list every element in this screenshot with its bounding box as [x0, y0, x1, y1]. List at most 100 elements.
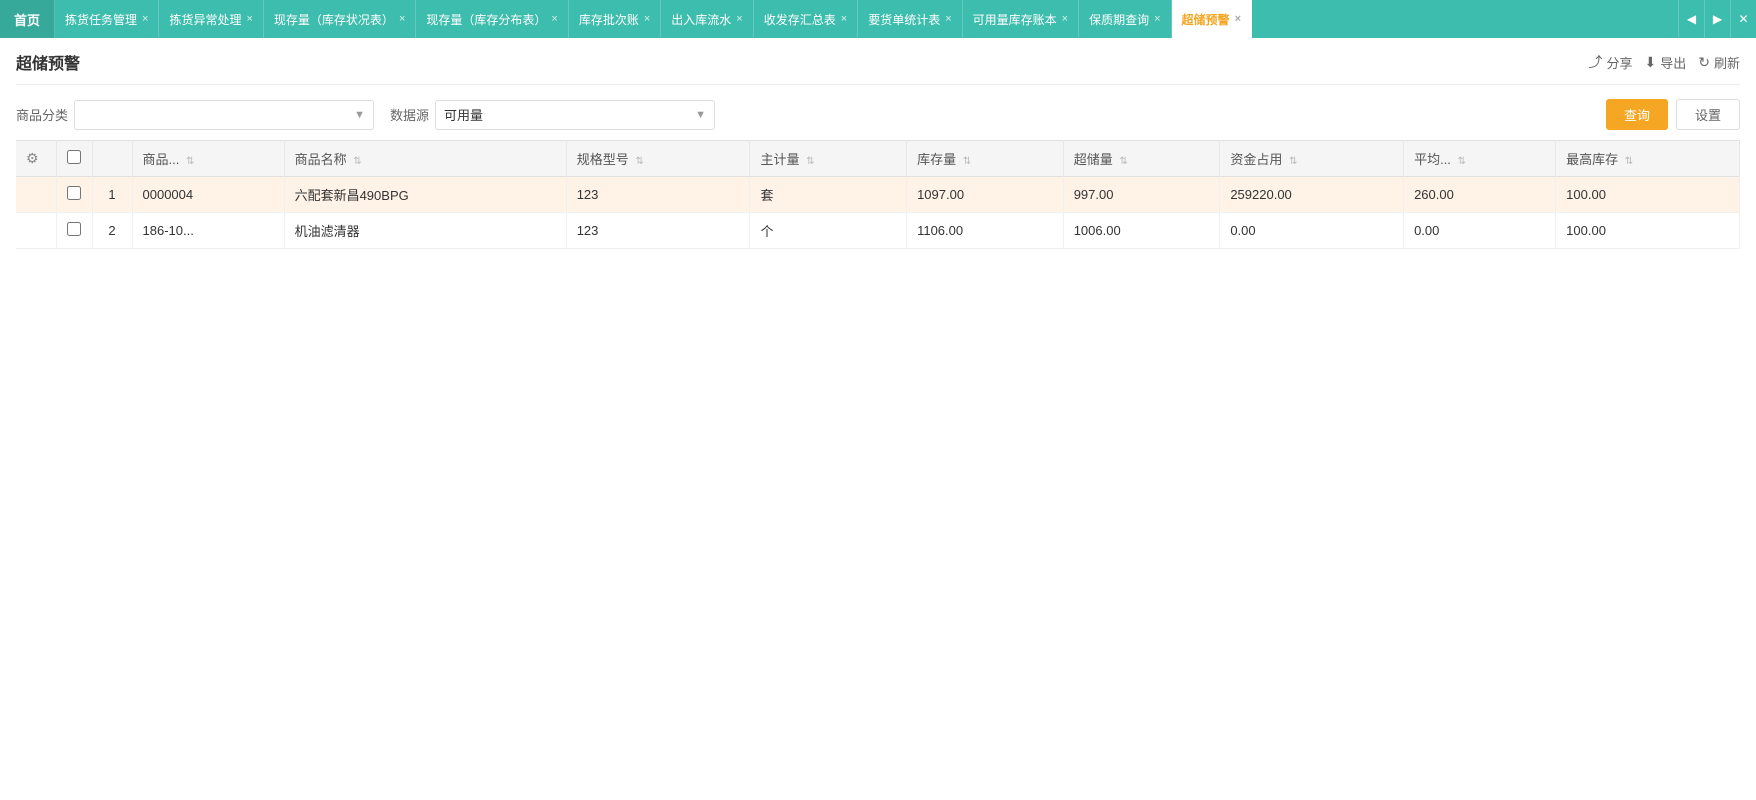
refresh-label: 刷新: [1714, 53, 1740, 72]
col-capital-label: 资金占用: [1230, 152, 1282, 167]
nav-batch-label: 库存批次账: [579, 11, 639, 28]
nav-over-storage[interactable]: 超储预警 ×: [1172, 0, 1252, 38]
col-goods-name[interactable]: 商品名称 ⇅: [284, 141, 566, 177]
nav-order-stats[interactable]: 要货单统计表 ×: [858, 0, 962, 38]
export-label: 导出: [1660, 53, 1686, 72]
row-checkbox[interactable]: [67, 186, 81, 200]
page-content: 超储预警 ⤴ 分享 ⬇ 导出 ↻ 刷新 商品分类 ▼ 数据源: [0, 38, 1756, 265]
col-capital[interactable]: 资金占用 ⇅: [1220, 141, 1404, 177]
export-button[interactable]: ⬇ 导出: [1645, 53, 1687, 72]
export-icon: ⬇: [1645, 54, 1657, 71]
page-title: 超储预警: [16, 50, 80, 74]
col-row-num: [92, 141, 132, 177]
row-checkbox-cell: [56, 213, 92, 249]
sort-goods-code-icon[interactable]: ⇅: [186, 156, 194, 167]
row-capital: 259220.00: [1220, 177, 1404, 213]
col-avg[interactable]: 平均... ⇅: [1404, 141, 1556, 177]
close-abnormal-icon[interactable]: ×: [246, 13, 252, 25]
category-select[interactable]: ▼: [74, 100, 374, 130]
col-spec-label: 规格型号: [577, 152, 629, 167]
nav-arrow-right[interactable]: ▶: [1704, 0, 1730, 38]
share-icon: ⤴: [1588, 52, 1602, 72]
sort-capital-icon[interactable]: ⇅: [1289, 156, 1297, 167]
close-quality-check-icon[interactable]: ×: [1154, 13, 1160, 25]
sort-spec-icon[interactable]: ⇅: [635, 156, 643, 167]
category-label: 商品分类: [16, 105, 68, 124]
nav-task-mgmt[interactable]: 拣货任务管理 ×: [55, 0, 159, 38]
col-max-stock[interactable]: 最高库存 ⇅: [1556, 141, 1740, 177]
row-spec: 123: [566, 177, 750, 213]
col-unit-label: 主计量: [760, 152, 799, 167]
row-goods-code: 0000004: [132, 177, 284, 213]
filter-category: 商品分类 ▼: [16, 100, 374, 130]
row-over-stock: 1006.00: [1063, 213, 1220, 249]
col-select-all: [56, 141, 92, 177]
row-max-stock: 100.00: [1556, 177, 1740, 213]
category-dropdown-icon: ▼: [354, 109, 365, 121]
nav-inventory-status[interactable]: 现存量（库存状况表） ×: [264, 0, 416, 38]
filter-datasource: 数据源 可用量 ▼: [390, 100, 715, 130]
nav-quality-check[interactable]: 保质期查询 ×: [1079, 0, 1171, 38]
nav-available-acct[interactable]: 可用量库存账本 ×: [963, 0, 1079, 38]
data-table: ⚙ 商品... ⇅ 商品名称 ⇅ 规格型号 ⇅: [16, 140, 1740, 249]
nav-inout-flow-label: 出入库流水: [671, 11, 731, 28]
col-avg-label: 平均...: [1414, 152, 1451, 167]
close-order-stats-icon[interactable]: ×: [945, 13, 951, 25]
sort-max-stock-icon[interactable]: ⇅: [1625, 156, 1633, 167]
row-number: 1: [92, 177, 132, 213]
row-unit: 个: [750, 213, 907, 249]
row-goods-name: 六配套新昌490BPG: [284, 177, 566, 213]
sort-avg-icon[interactable]: ⇅: [1458, 156, 1466, 167]
nav-inout-flow[interactable]: 出入库流水 ×: [661, 0, 753, 38]
table-header-row: ⚙ 商品... ⇅ 商品名称 ⇅ 规格型号 ⇅: [16, 141, 1740, 177]
sort-stock-icon[interactable]: ⇅: [963, 156, 971, 167]
page-header: 超储预警 ⤴ 分享 ⬇ 导出 ↻ 刷新: [16, 38, 1740, 85]
col-over-stock-label: 超储量: [1074, 152, 1113, 167]
nav-home[interactable]: 首页: [0, 0, 55, 38]
share-button[interactable]: ⤴ 分享: [1588, 52, 1632, 72]
select-all-checkbox[interactable]: [67, 150, 81, 164]
sort-goods-name-icon[interactable]: ⇅: [353, 156, 361, 167]
row-max-stock: 100.00: [1556, 213, 1740, 249]
gear-icon[interactable]: ⚙: [26, 150, 39, 166]
row-gear-cell: [16, 213, 56, 249]
col-spec[interactable]: 规格型号 ⇅: [566, 141, 750, 177]
query-button[interactable]: 查询: [1606, 99, 1668, 130]
close-inventory-dist-icon[interactable]: ×: [551, 13, 557, 25]
col-stock-label: 库存量: [917, 152, 956, 167]
nav-inventory-dist[interactable]: 现存量（库存分布表） ×: [416, 0, 568, 38]
close-task-mgmt-icon[interactable]: ×: [142, 13, 148, 25]
sort-unit-icon[interactable]: ⇅: [806, 156, 814, 167]
datasource-select-value: 可用量: [444, 105, 483, 124]
nav-inventory-dist-label: 现存量（库存分布表）: [426, 11, 546, 28]
nav-abnormal[interactable]: 拣货异常处理 ×: [159, 0, 263, 38]
nav-arrow-left[interactable]: ◀: [1678, 0, 1704, 38]
nav-abnormal-label: 拣货异常处理: [169, 11, 241, 28]
close-available-acct-icon[interactable]: ×: [1062, 13, 1068, 25]
close-batch-icon[interactable]: ×: [644, 13, 650, 25]
nav-available-acct-label: 可用量库存账本: [973, 11, 1057, 28]
refresh-icon: ↻: [1698, 54, 1710, 71]
col-over-stock[interactable]: 超储量 ⇅: [1063, 141, 1220, 177]
row-stock: 1106.00: [907, 213, 1064, 249]
nav-order-stats-label: 要货单统计表: [868, 11, 940, 28]
row-checkbox[interactable]: [67, 222, 81, 236]
top-navigation: 首页 拣货任务管理 × 拣货异常处理 × 现存量（库存状况表） × 现存量（库存…: [0, 0, 1756, 38]
row-over-stock: 997.00: [1063, 177, 1220, 213]
settings-button[interactable]: 设置: [1676, 99, 1740, 130]
nav-over-storage-label: 超储预警: [1182, 11, 1230, 28]
refresh-button[interactable]: ↻ 刷新: [1698, 53, 1740, 72]
nav-recv-summary[interactable]: 收发存汇总表 ×: [754, 0, 858, 38]
datasource-select[interactable]: 可用量 ▼: [435, 100, 715, 130]
close-inout-flow-icon[interactable]: ×: [736, 13, 742, 25]
sort-over-stock-icon[interactable]: ⇅: [1119, 156, 1127, 167]
col-goods-code[interactable]: 商品... ⇅: [132, 141, 284, 177]
close-inventory-status-icon[interactable]: ×: [399, 13, 405, 25]
close-over-storage-icon[interactable]: ×: [1235, 13, 1241, 25]
col-unit[interactable]: 主计量 ⇅: [750, 141, 907, 177]
nav-arrow-close[interactable]: ✕: [1730, 0, 1756, 38]
col-stock[interactable]: 库存量 ⇅: [907, 141, 1064, 177]
close-recv-summary-icon[interactable]: ×: [841, 13, 847, 25]
row-avg: 260.00: [1404, 177, 1556, 213]
nav-batch[interactable]: 库存批次账 ×: [569, 0, 661, 38]
